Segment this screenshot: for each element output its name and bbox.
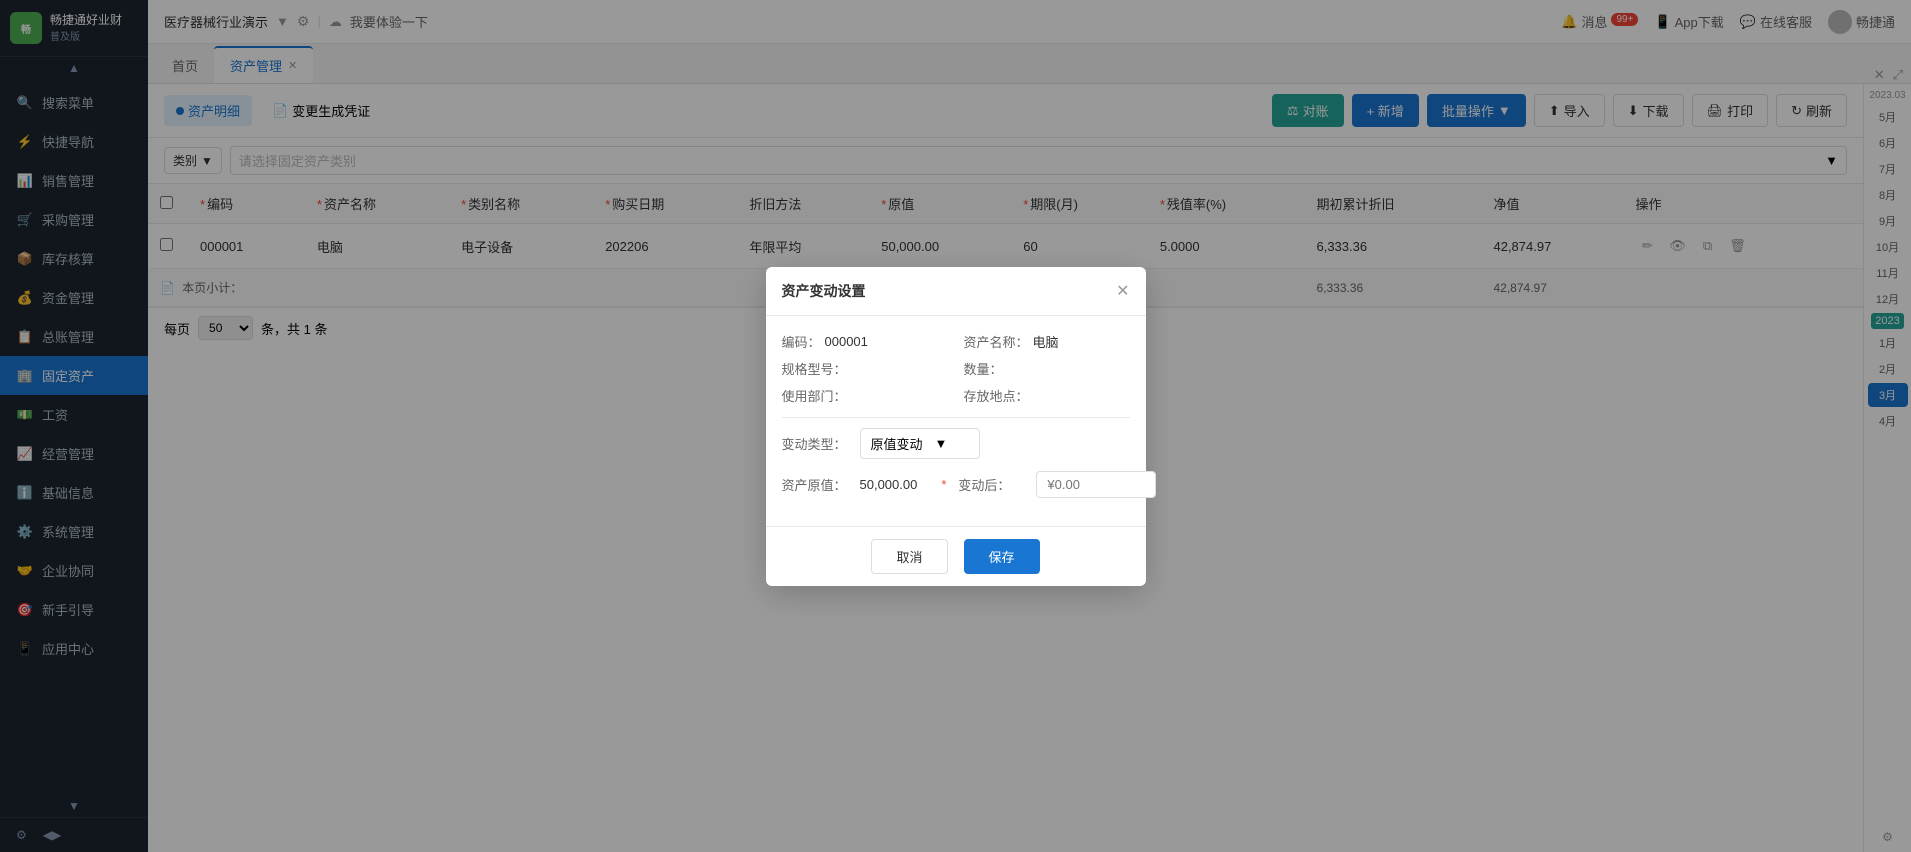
dialog-header: 资产变动设置 ✕ (766, 267, 1146, 316)
modal-overlay: 资产变动设置 ✕ 编码： 000001 资产名称： 电脑 规格型号： 数量： (0, 0, 1911, 852)
dialog-asset-name: 资产名称： 电脑 (964, 332, 1130, 351)
change-type-label: 变动类型： (782, 434, 852, 453)
dialog-original-value-row: 资产原值： 50,000.00 * 变动后： (782, 471, 1130, 498)
dialog-spec: 规格型号： (782, 359, 948, 378)
dialog-change-type-row: 变动类型： 原值变动 ▼ (782, 428, 1130, 459)
dialog-quantity: 数量： (964, 359, 1130, 378)
required-marker: * (941, 477, 946, 492)
after-change-label: 变动后： (958, 475, 1028, 494)
dialog-close-btn[interactable]: ✕ (1116, 281, 1129, 301)
change-type-dropdown-icon: ▼ (935, 436, 948, 451)
dialog-info-grid: 编码： 000001 资产名称： 电脑 规格型号： 数量： 使用部门： (782, 332, 1130, 405)
dialog-title: 资产变动设置 (782, 281, 866, 301)
after-change-input[interactable] (1036, 471, 1156, 498)
change-type-select[interactable]: 原值变动 ▼ (860, 428, 980, 459)
original-value-display: 50,000.00 (860, 477, 918, 492)
change-type-value: 原值变动 (871, 434, 923, 453)
original-value-label: 资产原值： (782, 475, 852, 494)
dialog-storage: 存放地点： (964, 386, 1130, 405)
dialog-body: 编码： 000001 资产名称： 电脑 规格型号： 数量： 使用部门： (766, 316, 1146, 526)
dialog-code: 编码： 000001 (782, 332, 948, 351)
dialog-dept: 使用部门： (782, 386, 948, 405)
cancel-button[interactable]: 取消 (871, 539, 947, 574)
dialog-divider (782, 417, 1130, 418)
dialog-footer: 取消 保存 (766, 526, 1146, 586)
asset-change-dialog: 资产变动设置 ✕ 编码： 000001 资产名称： 电脑 规格型号： 数量： (766, 267, 1146, 586)
save-button[interactable]: 保存 (964, 539, 1040, 574)
